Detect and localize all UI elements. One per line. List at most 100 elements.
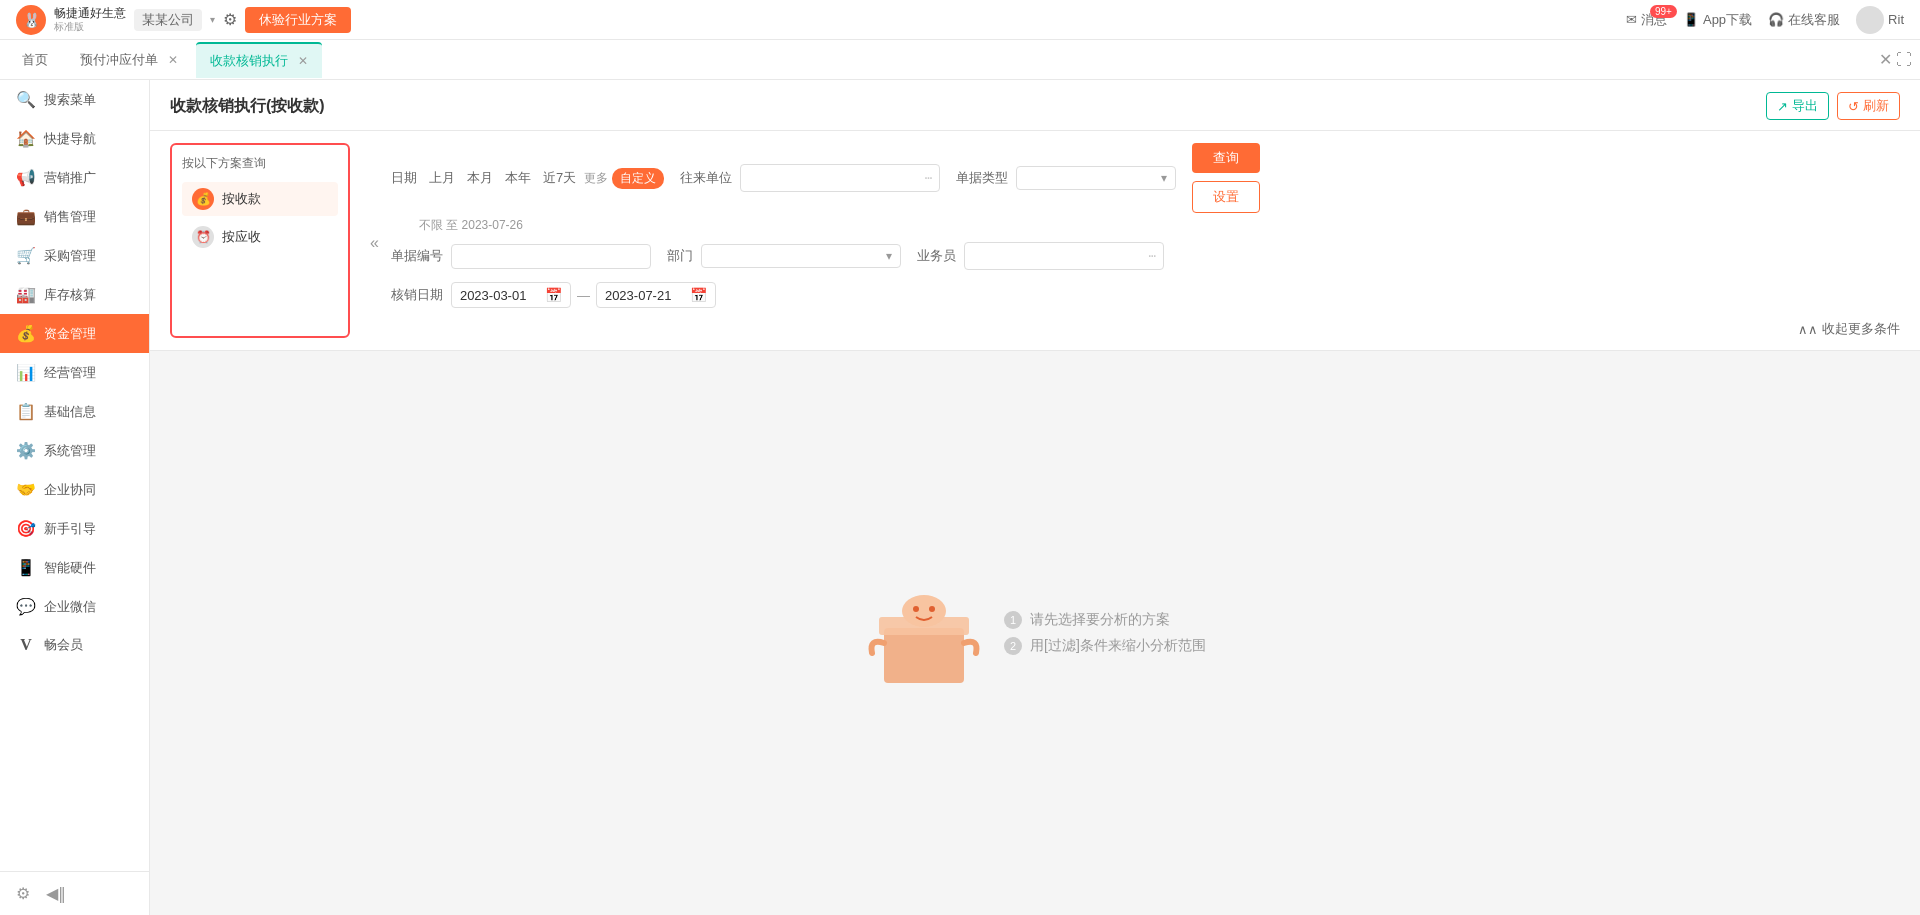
online-service-btn[interactable]: 🎧 在线客服: [1768, 11, 1840, 29]
date-btn-this-year[interactable]: 本年: [501, 167, 535, 189]
tab-prepayment-label: 预付冲应付单: [80, 51, 158, 69]
sidebar-item-system[interactable]: ⚙️ 系统管理: [0, 431, 149, 470]
filter-area: 按以下方案查询 💰 按收款 ⏰ 按应收 «: [150, 131, 1920, 351]
collapse-sidebar-icon[interactable]: ◀‖: [46, 884, 66, 903]
sidebar-item-inventory[interactable]: 🏭 库存核算: [0, 275, 149, 314]
date-range-separator: —: [577, 288, 590, 303]
brand-edition: 标准版: [54, 21, 126, 33]
app-download-icon: 📱: [1683, 12, 1699, 27]
filter-collapse-toggle[interactable]: «: [370, 143, 379, 338]
user-profile[interactable]: Rit: [1856, 6, 1904, 34]
purchase-icon: 🛒: [16, 246, 36, 265]
writeoff-end-input[interactable]: 2023-07-21 📅: [596, 282, 716, 308]
doc-type-select[interactable]: ▾: [1016, 166, 1176, 190]
tab-maximize-icon[interactable]: ⛶: [1896, 51, 1912, 69]
page-title: 收款核销执行(按收款): [170, 96, 325, 127]
ops-icon: 📊: [16, 363, 36, 382]
main-layout: 🔍 搜索菜单 🏠 快捷导航 📢 营销推广 💼 销售管理 🛒 采购管理 🏭 库存核…: [0, 80, 1920, 915]
filter-main: 日期 上月 本月 本年 近7天 更多 自定义 往来单位: [391, 143, 1900, 338]
date-btn-this-month[interactable]: 本月: [463, 167, 497, 189]
date-label: 日期: [391, 169, 417, 187]
sidebar-item-smart-hardware[interactable]: 📱 智能硬件: [0, 548, 149, 587]
svg-point-2: [902, 595, 946, 627]
sidebar-item-basic-info[interactable]: 📋 基础信息: [0, 392, 149, 431]
tab-prepayment-close[interactable]: ✕: [168, 53, 178, 67]
page-header: 收款核销执行(按收款) ↗ 导出 ↺ 刷新: [150, 80, 1920, 131]
svg-point-4: [929, 606, 935, 612]
settings-icon[interactable]: ⚙: [16, 884, 30, 903]
calendar-start-icon: 📅: [545, 287, 562, 303]
filter-by-receivable[interactable]: ⏰ 按应收: [182, 220, 338, 254]
sidebar-item-marketing[interactable]: 📢 营销推广: [0, 158, 149, 197]
date-custom-tag[interactable]: 自定义: [612, 168, 664, 189]
gear-icon[interactable]: ⚙: [223, 10, 237, 29]
account-name[interactable]: 某某公司: [134, 9, 202, 31]
tab-receivable-writeoff[interactable]: 收款核销执行 ✕: [196, 42, 322, 78]
sidebar-item-inventory-label: 库存核算: [44, 286, 96, 304]
export-icon: ↗: [1777, 99, 1788, 114]
doc-no-input[interactable]: [451, 244, 651, 269]
sidebar-item-wechat-label: 企业微信: [44, 598, 96, 616]
refresh-button[interactable]: ↺ 刷新: [1837, 92, 1900, 120]
dept-field: 部门 ▾: [667, 244, 901, 268]
home-icon: 🏠: [16, 129, 36, 148]
tab-receivable-writeoff-close[interactable]: ✕: [298, 54, 308, 68]
sidebar-item-ops[interactable]: 📊 经营管理: [0, 353, 149, 392]
sidebar-item-search-menu[interactable]: 🔍 搜索菜单: [0, 80, 149, 119]
date-unlimited-text: 不限 至 2023-07-26: [391, 217, 1900, 234]
counterpart-select[interactable]: ···: [740, 164, 940, 192]
tab-prepayment[interactable]: 预付冲应付单 ✕: [66, 42, 192, 78]
tab-controls: ✕ ⛶: [1879, 50, 1912, 69]
filter-by-receipt[interactable]: 💰 按收款: [182, 182, 338, 216]
writeoff-start-input[interactable]: 2023-03-01 📅: [451, 282, 571, 308]
filter-settings-button[interactable]: 设置: [1192, 181, 1260, 213]
dept-select[interactable]: ▾: [701, 244, 901, 268]
sidebar-item-quick-nav[interactable]: 🏠 快捷导航: [0, 119, 149, 158]
tab-close-all-icon[interactable]: ✕: [1879, 50, 1892, 69]
page-actions: ↗ 导出 ↺ 刷新: [1766, 92, 1900, 130]
sidebar-item-finance-label: 资金管理: [44, 325, 96, 343]
empty-text: 1 请先选择要分析的方案 2 用[过滤]条件来缩小分析范围: [1004, 611, 1206, 655]
sidebar-item-newbie-label: 新手引导: [44, 520, 96, 538]
date-shortcuts: 上月 本月 本年 近7天 更多 自定义: [425, 167, 664, 189]
collapse-more-btn[interactable]: ∧∧ 收起更多条件: [391, 320, 1900, 338]
collapse-label: 收起更多条件: [1822, 320, 1900, 338]
counterpart-label: 往来单位: [680, 169, 732, 187]
sidebar-item-wechat-work[interactable]: 💬 企业微信: [0, 587, 149, 626]
sidebar-item-newbie[interactable]: 🎯 新手引导: [0, 509, 149, 548]
doc-type-field: 单据类型 ▾: [956, 166, 1176, 190]
sidebar-item-finance[interactable]: 💰 资金管理: [0, 314, 149, 353]
industry-btn[interactable]: 休验行业方案: [245, 7, 351, 33]
content-area: 收款核销执行(按收款) ↗ 导出 ↺ 刷新 按以下方案查询 💰: [150, 80, 1920, 915]
sidebar-item-purchase[interactable]: 🛒 采购管理: [0, 236, 149, 275]
sidebar-item-enterprise[interactable]: 🤝 企业协同: [0, 470, 149, 509]
online-service-label: 在线客服: [1788, 11, 1840, 29]
date-btn-last-month[interactable]: 上月: [425, 167, 459, 189]
filter-row-3: 核销日期 2023-03-01 📅 — 2023-07-21 📅: [391, 282, 1900, 308]
doc-type-label: 单据类型: [956, 169, 1008, 187]
tab-receivable-writeoff-label: 收款核销执行: [210, 52, 288, 70]
hardware-icon: 📱: [16, 558, 36, 577]
account-dropdown-icon[interactable]: ▾: [210, 14, 215, 25]
query-button[interactable]: 查询: [1192, 143, 1260, 173]
sidebar-item-enterprise-label: 企业协同: [44, 481, 96, 499]
sidebar-item-membership[interactable]: V 畅会员: [0, 626, 149, 664]
refresh-label: 刷新: [1863, 97, 1889, 115]
svg-point-3: [913, 606, 919, 612]
counterpart-field: 往来单位 ···: [680, 164, 940, 192]
doc-type-chevron-icon: ▾: [1161, 171, 1167, 185]
sidebar-item-purchase-label: 采购管理: [44, 247, 96, 265]
salesperson-select[interactable]: ···: [964, 242, 1164, 270]
message-btn[interactable]: ✉ 消息 99+: [1626, 11, 1667, 29]
inventory-icon: 🏭: [16, 285, 36, 304]
tab-home[interactable]: 首页: [8, 42, 62, 78]
tab-home-label: 首页: [22, 51, 48, 69]
filter-sidebar-panel: 按以下方案查询 💰 按收款 ⏰ 按应收: [170, 143, 350, 338]
date-btn-more[interactable]: 更多: [584, 170, 608, 187]
app-download-btn[interactable]: 📱 App下载: [1683, 11, 1752, 29]
date-btn-7days[interactable]: 近7天: [539, 167, 580, 189]
sidebar-item-sales[interactable]: 💼 销售管理: [0, 197, 149, 236]
sidebar-item-quicknav-label: 快捷导航: [44, 130, 96, 148]
message-badge: 99+: [1650, 5, 1677, 18]
export-button[interactable]: ↗ 导出: [1766, 92, 1829, 120]
